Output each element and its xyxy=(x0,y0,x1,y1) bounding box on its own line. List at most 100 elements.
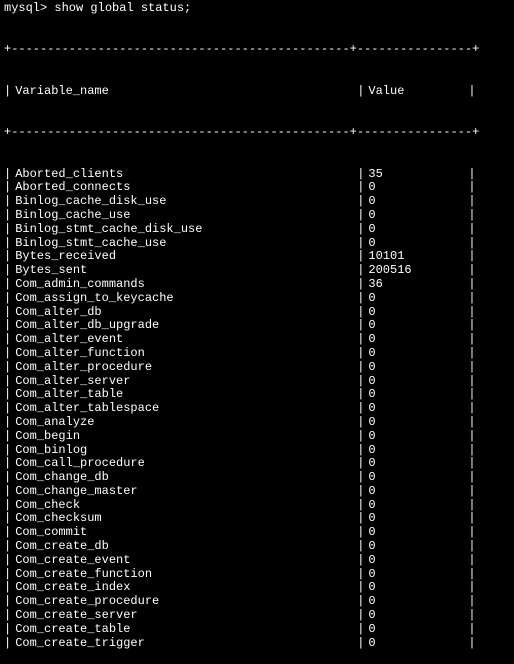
table-pipe: | xyxy=(468,457,475,471)
table-pipe: | xyxy=(468,609,475,623)
table-pipe: | xyxy=(357,637,364,651)
table-pipe: | xyxy=(357,457,364,471)
cell-variable-name: Com_create_table xyxy=(11,623,357,637)
table-pipe: | xyxy=(4,388,11,402)
mysql-prompt[interactable]: mysql> show global status; xyxy=(0,0,514,16)
table-pipe: | xyxy=(4,319,11,333)
cell-variable-name: Com_check xyxy=(11,499,357,513)
table-row: |Com_create_function|0| xyxy=(0,568,514,582)
table-header-row: | Variable_name | Value | xyxy=(0,85,514,99)
table-row: |Com_analyze|0| xyxy=(0,416,514,430)
table-pipe: | xyxy=(357,568,364,582)
table-pipe: | xyxy=(4,568,11,582)
table-pipe: | xyxy=(357,264,364,278)
cell-value: 0 xyxy=(364,554,468,568)
table-pipe: | xyxy=(468,292,475,306)
table-row: |Com_binlog|0| xyxy=(0,444,514,458)
table-pipe: | xyxy=(468,85,475,99)
table-pipe: | xyxy=(357,85,364,99)
table-pipe: | xyxy=(468,471,475,485)
cell-variable-name: Bytes_sent xyxy=(11,264,357,278)
table-row: |Com_alter_tablespace|0| xyxy=(0,402,514,416)
cell-value: 0 xyxy=(364,444,468,458)
table-pipe: | xyxy=(4,609,11,623)
table-pipe: | xyxy=(4,85,11,99)
table-pipe: | xyxy=(468,181,475,195)
cell-variable-name: Com_assign_to_keycache xyxy=(11,292,357,306)
table-pipe: | xyxy=(357,471,364,485)
cell-variable-name: Com_alter_event xyxy=(11,333,357,347)
cell-variable-name: Com_change_master xyxy=(11,485,357,499)
table-row: |Bytes_sent|200516| xyxy=(0,264,514,278)
table-pipe: | xyxy=(357,540,364,554)
table-row: |Com_create_trigger|0| xyxy=(0,637,514,651)
cell-value: 0 xyxy=(364,430,468,444)
table-pipe: | xyxy=(4,485,11,499)
table-pipe: | xyxy=(4,209,11,223)
table-pipe: | xyxy=(4,278,11,292)
cell-variable-name: Bytes_received xyxy=(11,250,357,264)
table-row: |Com_create_procedure|0| xyxy=(0,595,514,609)
table-pipe: | xyxy=(4,595,11,609)
table-pipe: | xyxy=(4,195,11,209)
table-pipe: | xyxy=(468,168,475,182)
table-pipe: | xyxy=(357,250,364,264)
table-row: |Com_change_master|0| xyxy=(0,485,514,499)
table-pipe: | xyxy=(4,333,11,347)
cell-variable-name: Com_admin_commands xyxy=(11,278,357,292)
cell-value: 0 xyxy=(364,416,468,430)
table-row: |Com_begin|0| xyxy=(0,430,514,444)
cell-value: 0 xyxy=(364,333,468,347)
table-pipe: | xyxy=(357,223,364,237)
cell-variable-name: Com_commit xyxy=(11,526,357,540)
table-pipe: | xyxy=(357,609,364,623)
cell-variable-name: Com_create_db xyxy=(11,540,357,554)
table-row: |Binlog_cache_disk_use|0| xyxy=(0,195,514,209)
cell-variable-name: Com_change_db xyxy=(11,471,357,485)
table-row: |Aborted_connects|0| xyxy=(0,181,514,195)
table-row: |Aborted_clients|35| xyxy=(0,168,514,182)
table-pipe: | xyxy=(357,526,364,540)
table-row: |Bytes_received|10101| xyxy=(0,250,514,264)
table-pipe: | xyxy=(468,195,475,209)
cell-value: 0 xyxy=(364,526,468,540)
cell-variable-name: Aborted_clients xyxy=(11,168,357,182)
table-row: |Com_change_db|0| xyxy=(0,471,514,485)
table-pipe: | xyxy=(357,485,364,499)
table-pipe: | xyxy=(468,250,475,264)
table-pipe: | xyxy=(468,264,475,278)
cell-value: 0 xyxy=(364,292,468,306)
cell-variable-name: Com_create_server xyxy=(11,609,357,623)
table-pipe: | xyxy=(468,637,475,651)
cell-value: 0 xyxy=(364,609,468,623)
table-pipe: | xyxy=(357,361,364,375)
table-row: |Com_alter_function|0| xyxy=(0,347,514,361)
cell-variable-name: Com_create_function xyxy=(11,568,357,582)
table-pipe: | xyxy=(468,430,475,444)
cell-variable-name: Com_checksum xyxy=(11,512,357,526)
cell-value: 0 xyxy=(364,223,468,237)
cell-value: 0 xyxy=(364,375,468,389)
table-pipe: | xyxy=(357,347,364,361)
cell-value: 0 xyxy=(364,402,468,416)
table-row: |Com_create_table|0| xyxy=(0,623,514,637)
table-row: |Binlog_stmt_cache_disk_use|0| xyxy=(0,223,514,237)
table-pipe: | xyxy=(4,554,11,568)
table-pipe: | xyxy=(357,209,364,223)
table-pipe: | xyxy=(4,540,11,554)
table-row: |Com_create_index|0| xyxy=(0,581,514,595)
table-pipe: | xyxy=(4,416,11,430)
table-pipe: | xyxy=(4,264,11,278)
cell-value: 0 xyxy=(364,319,468,333)
table-pipe: | xyxy=(357,333,364,347)
table-pipe: | xyxy=(468,623,475,637)
table-row: |Com_alter_procedure|0| xyxy=(0,361,514,375)
table-pipe: | xyxy=(468,444,475,458)
table-pipe: | xyxy=(4,512,11,526)
cell-value: 35 xyxy=(364,168,468,182)
cell-value: 0 xyxy=(364,485,468,499)
cell-variable-name: Com_begin xyxy=(11,430,357,444)
table-pipe: | xyxy=(4,623,11,637)
table-pipe: | xyxy=(4,457,11,471)
table-row: |Com_call_procedure|0| xyxy=(0,457,514,471)
